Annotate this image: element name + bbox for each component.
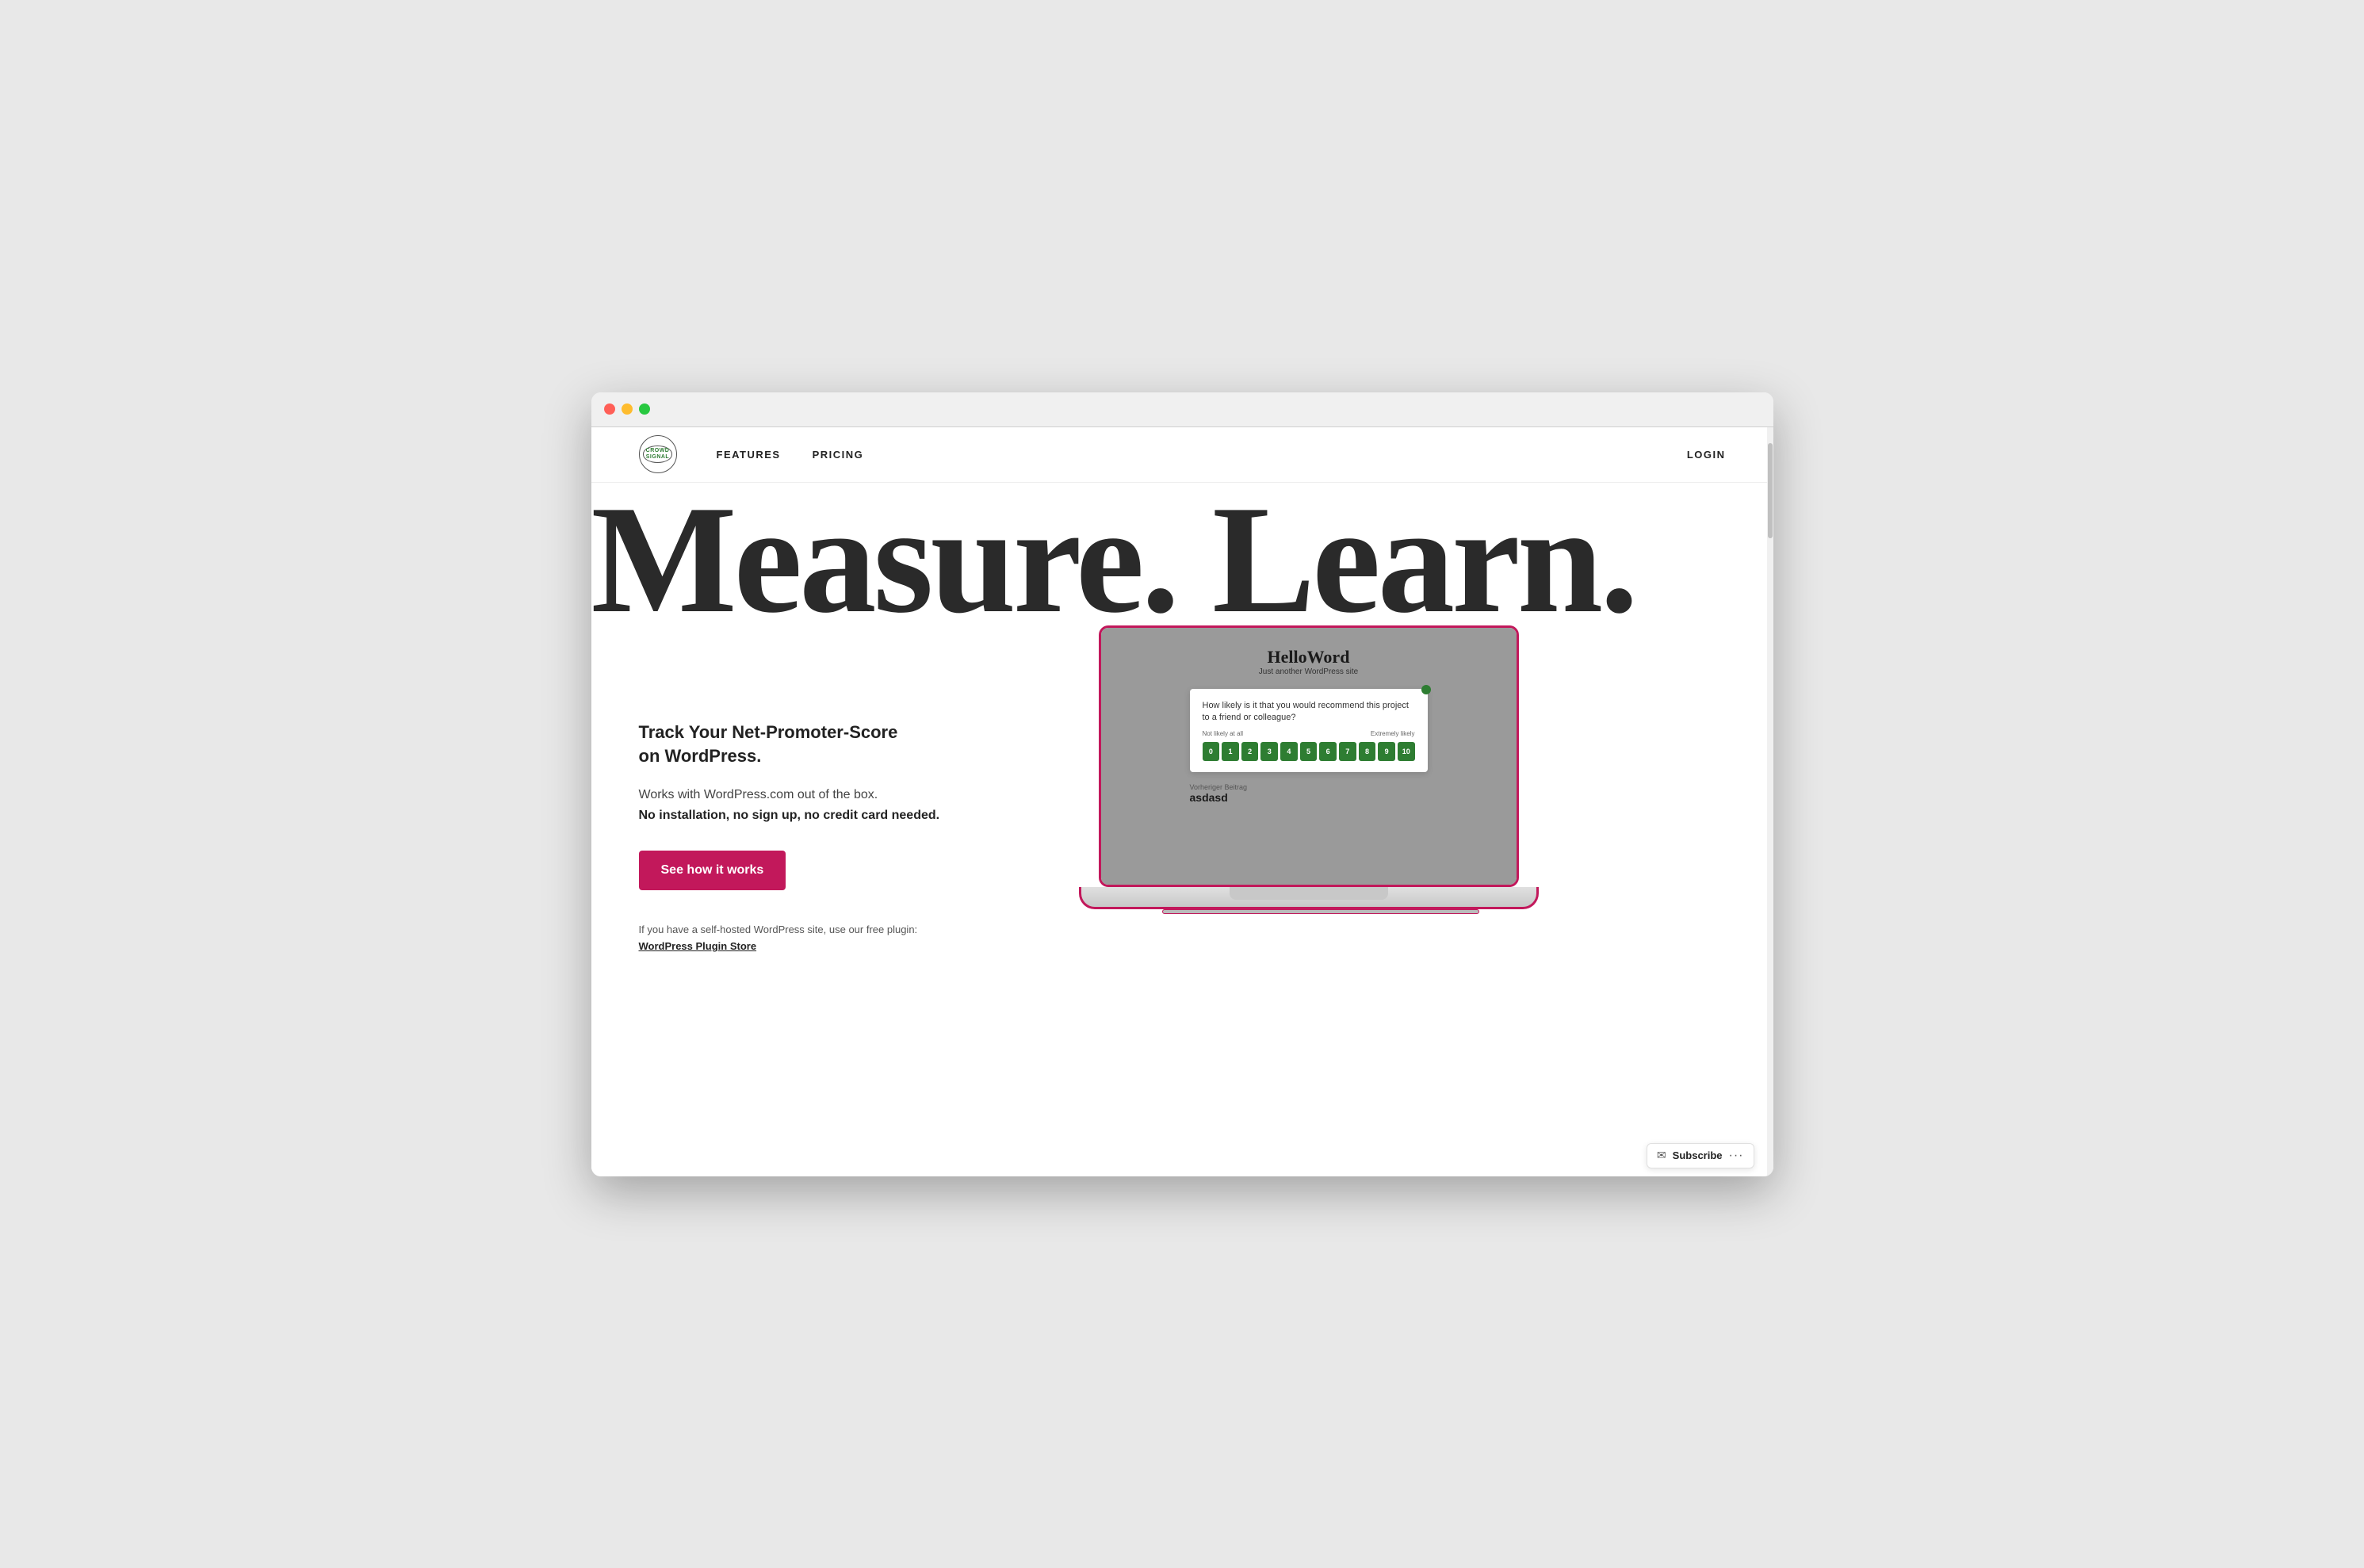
page-content: CROWD SIGNAL FEATURES PRICING LOGIN Meas… xyxy=(591,427,1773,1176)
logo-text: CROWD SIGNAL xyxy=(643,446,673,462)
plugin-notice: If you have a self-hosted WordPress site… xyxy=(639,922,1051,955)
nps-1[interactable]: 1 xyxy=(1222,742,1239,761)
nps-widget-wrapper: How likely is it that you would recommen… xyxy=(1190,689,1428,773)
nps-label-right: Extremely likely xyxy=(1371,730,1415,737)
browser-chrome xyxy=(591,392,1773,427)
hero-content: Track Your Net-Promoter-Scoreon WordPres… xyxy=(639,721,1051,955)
nps-dot xyxy=(1421,685,1431,694)
navigation: CROWD SIGNAL FEATURES PRICING LOGIN xyxy=(591,427,1773,483)
nps-5[interactable]: 5 xyxy=(1300,742,1318,761)
subscribe-icon: ✉ xyxy=(1657,1149,1666,1162)
laptop-stand xyxy=(1230,887,1388,900)
laptop-outer: HelloWord Just another WordPress site Ho… xyxy=(1099,625,1543,914)
subscribe-label: Subscribe xyxy=(1673,1149,1723,1161)
nav-links: FEATURES PRICING xyxy=(717,449,864,461)
close-button[interactable] xyxy=(604,403,615,415)
nps-3[interactable]: 3 xyxy=(1260,742,1278,761)
nps-6[interactable]: 6 xyxy=(1319,742,1337,761)
nps-8[interactable]: 8 xyxy=(1359,742,1376,761)
nav-login[interactable]: LOGIN xyxy=(1687,449,1726,461)
wp-post-area: Vorheriger Beitrag asdasd xyxy=(1190,783,1428,804)
laptop-foot xyxy=(1162,909,1479,914)
nps-9[interactable]: 9 xyxy=(1378,742,1395,761)
minimize-button[interactable] xyxy=(622,403,633,415)
subscribe-bar[interactable]: ✉ Subscribe ··· xyxy=(1647,1143,1754,1168)
cta-button[interactable]: See how it works xyxy=(639,851,786,890)
browser-window: CROWD SIGNAL FEATURES PRICING LOGIN Meas… xyxy=(591,392,1773,1176)
wp-site-tagline: Just another WordPress site xyxy=(1259,667,1358,676)
wp-post-label: Vorheriger Beitrag xyxy=(1190,783,1428,791)
plugin-store-link[interactable]: WordPress Plugin Store xyxy=(639,940,757,952)
nps-10[interactable]: 10 xyxy=(1398,742,1415,761)
hero-section: Measure. Learn. Track Your Net-Promoter-… xyxy=(591,483,1773,955)
nps-7[interactable]: 7 xyxy=(1339,742,1356,761)
nps-0[interactable]: 0 xyxy=(1203,742,1220,761)
laptop-screen-inner: HelloWord Just another WordPress site Ho… xyxy=(1101,628,1517,885)
nav-features[interactable]: FEATURES xyxy=(717,449,781,461)
fullscreen-button[interactable] xyxy=(639,403,650,415)
hero-description-1: Works with WordPress.com out of the box.… xyxy=(639,785,1051,825)
wp-site-title: HelloWord xyxy=(1268,647,1350,667)
logo[interactable]: CROWD SIGNAL xyxy=(639,435,677,473)
nps-2[interactable]: 2 xyxy=(1241,742,1259,761)
nps-4[interactable]: 4 xyxy=(1280,742,1298,761)
laptop-screen: HelloWord Just another WordPress site Ho… xyxy=(1099,625,1519,887)
laptop-base xyxy=(1079,887,1539,909)
hero-subtitle: Track Your Net-Promoter-Scoreon WordPres… xyxy=(639,721,1051,770)
nps-numbers[interactable]: 0 1 2 3 4 5 6 7 8 9 xyxy=(1203,742,1415,761)
subscribe-menu-icon[interactable]: ··· xyxy=(1729,1149,1744,1163)
nps-labels: Not likely at all Extremely likely xyxy=(1203,730,1415,737)
nps-widget: How likely is it that you would recommen… xyxy=(1190,689,1428,773)
nav-pricing[interactable]: PRICING xyxy=(813,449,864,461)
nps-question: How likely is it that you would recommen… xyxy=(1203,700,1415,725)
laptop-mockup: HelloWord Just another WordPress site Ho… xyxy=(1099,625,1726,914)
wp-post-title: asdasd xyxy=(1190,791,1428,804)
hero-left: Track Your Net-Promoter-Scoreon WordPres… xyxy=(639,499,1051,955)
nps-label-left: Not likely at all xyxy=(1203,730,1244,737)
